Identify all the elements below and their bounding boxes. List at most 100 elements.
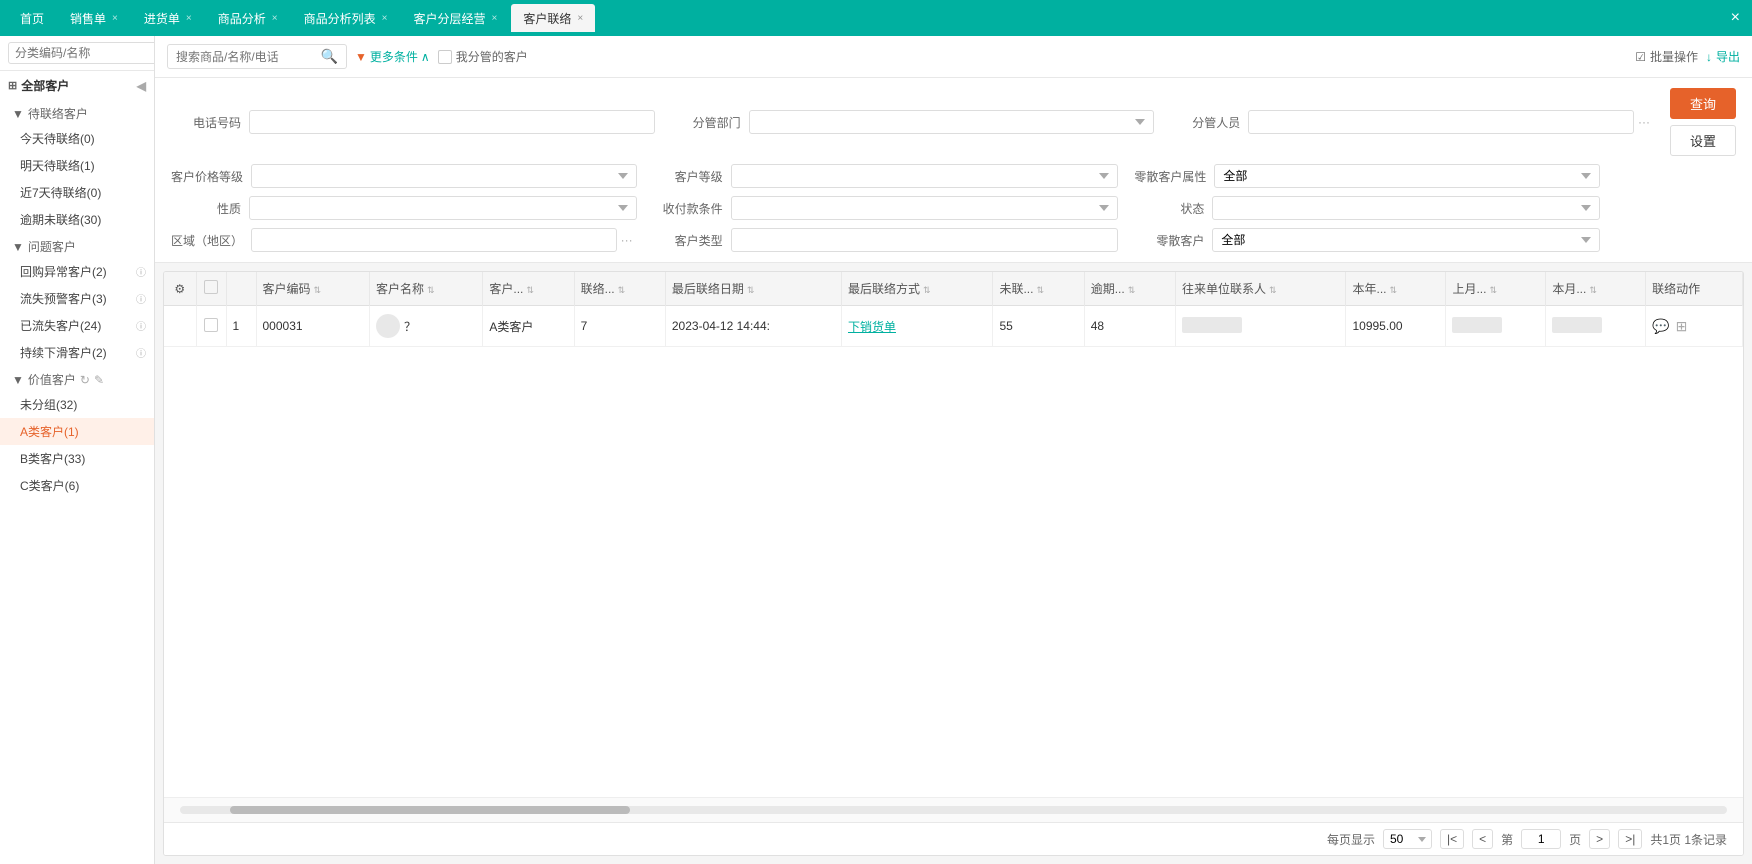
col-this-year[interactable]: 本年...⇅ <box>1346 272 1446 306</box>
col-contact-count[interactable]: 联络...⇅ <box>574 272 665 306</box>
nav-tab-customer-contact-close[interactable]: × <box>577 13 583 24</box>
sidebar-item-churned[interactable]: 已流失客户(24) ⓘ <box>0 312 154 339</box>
nav-tab-purchase-close[interactable]: × <box>186 13 192 24</box>
col-last-contact-date[interactable]: 最后联络日期⇅ <box>665 272 841 306</box>
nav-tab-goods-analysis-close[interactable]: × <box>272 13 278 24</box>
export-btn[interactable]: ↓ 导出 <box>1706 48 1740 65</box>
filter-select-sparse-attr[interactable]: 全部 <box>1214 164 1600 188</box>
filter-search-input[interactable] <box>176 50 317 64</box>
nav-tab-sales-close[interactable]: × <box>112 13 118 24</box>
info-icon-churn-warning: ⓘ <box>136 291 146 306</box>
nav-tab-goods-analysis[interactable]: 商品分析 × <box>206 4 290 32</box>
sidebar-section-pending[interactable]: ▼ 待联络客户 <box>0 100 154 125</box>
filter-select-customer-level[interactable] <box>731 164 1119 188</box>
first-page-btn[interactable]: |< <box>1440 829 1464 849</box>
filter-select-sparse[interactable]: 全部 <box>1212 228 1600 252</box>
filter-input-person[interactable] <box>1248 110 1634 134</box>
sidebar-item-class-b-label: B类客户(33) <box>20 450 85 467</box>
chat-icon[interactable]: 💬 <box>1652 318 1669 335</box>
sort-icon-overdue: ⇅ <box>1128 285 1136 295</box>
sidebar-item-class-c[interactable]: C类客户(6) <box>0 472 154 499</box>
filter-input-region[interactable] <box>251 228 617 252</box>
sidebar-item-today-pending[interactable]: 今天待联络(0) <box>0 125 154 152</box>
query-btn[interactable]: 查询 <box>1670 88 1736 119</box>
filter-search-icon[interactable]: 🔍 <box>321 48 338 65</box>
sidebar-item-class-a[interactable]: A类客户(1) <box>0 418 154 445</box>
col-name[interactable]: 客户名称⇅ <box>369 272 482 306</box>
col-check[interactable] <box>196 272 226 306</box>
row-name[interactable]: ？ <box>369 306 482 347</box>
nav-tab-customer-contact[interactable]: 客户联络 × <box>511 4 595 32</box>
filter-input-customer-type[interactable] <box>731 228 1119 252</box>
col-last-month[interactable]: 上月...⇅ <box>1446 272 1546 306</box>
region-dots-btn[interactable]: ··· <box>617 233 637 247</box>
value-refresh-icon[interactable]: ↻ <box>80 373 90 387</box>
row-check[interactable] <box>196 306 226 347</box>
sidebar-item-tomorrow-pending[interactable]: 明天待联络(1) <box>0 152 154 179</box>
nav-tab-home-label: 首页 <box>20 10 44 27</box>
my-customers-checkbox-area[interactable]: 我分管的客户 <box>438 48 528 65</box>
per-page-select[interactable]: 50 10 20 100 <box>1383 829 1432 849</box>
prev-page-btn[interactable]: < <box>1472 829 1493 849</box>
sidebar-content: ⊞ 全部客户 ◀ ▼ 待联络客户 今天待联络(0) 明天待联络(1) 近7天待联… <box>0 71 154 864</box>
info-icon-repurchase: ⓘ <box>136 264 146 279</box>
value-edit-icon[interactable]: ✎ <box>94 373 104 387</box>
col-company-contacts[interactable]: 往来单位联系人⇅ <box>1175 272 1346 306</box>
my-customers-checkbox[interactable] <box>438 50 452 64</box>
row-gear <box>164 306 196 347</box>
sidebar-item-repurchase-anomaly[interactable]: 回购异常客户(2) ⓘ <box>0 258 154 285</box>
sidebar-search-input[interactable] <box>8 42 155 64</box>
filter-label-nature: 性质 <box>171 200 241 217</box>
sidebar-item-class-b[interactable]: B类客户(33) <box>0 445 154 472</box>
filter-row-2: 客户价格等级 客户等级 零散客户属性 全部 <box>171 164 1736 188</box>
filter-select-dept[interactable] <box>749 110 1155 134</box>
col-overdue[interactable]: 逾期...⇅ <box>1084 272 1175 306</box>
filter-row-1: 电话号码 分管部门 分管人员 ··· 查询 设置 <box>171 88 1736 156</box>
last-contact-method-link[interactable]: 下销货单 <box>848 320 896 334</box>
sidebar-item-declining[interactable]: 持续下滑客户(2) ⓘ <box>0 339 154 366</box>
filter-select-nature[interactable] <box>249 196 637 220</box>
sidebar-item-overdue-contact[interactable]: 逾期未联络(30) <box>0 206 154 233</box>
col-customer-type[interactable]: 客户...⇅ <box>483 272 574 306</box>
filter-select-status[interactable] <box>1212 196 1600 220</box>
filter-select-payment[interactable] <box>731 196 1119 220</box>
col-gear[interactable]: ⚙ <box>164 272 196 306</box>
row-last-contact-method[interactable]: 下销货单 <box>841 306 992 347</box>
sidebar-section-problem[interactable]: ▼ 问题客户 <box>0 233 154 258</box>
qr-icon[interactable]: ⊞ <box>1676 318 1688 335</box>
sidebar-collapse-icon[interactable]: ◀ <box>137 79 146 93</box>
sidebar-all-customers[interactable]: ⊞ 全部客户 ◀ <box>0 71 154 100</box>
col-code[interactable]: 客户编码⇅ <box>256 272 369 306</box>
settings-btn[interactable]: 设置 <box>1670 125 1736 156</box>
nav-tab-purchase[interactable]: 进货单 × <box>132 4 204 32</box>
nav-tab-goods-analysis-list-close[interactable]: × <box>382 13 388 24</box>
nav-tab-customer-segment[interactable]: 客户分层经营 × <box>401 4 509 32</box>
more-conditions-btn[interactable]: ▼ 更多条件 ∧ <box>355 48 430 65</box>
col-this-month[interactable]: 本月...⇅ <box>1546 272 1646 306</box>
sidebar-item-churn-warning[interactable]: 流失预警客户(3) ⓘ <box>0 285 154 312</box>
row-checkbox[interactable] <box>204 318 218 332</box>
col-last-contact-method[interactable]: 最后联络方式⇅ <box>841 272 992 306</box>
window-close-icon[interactable]: × <box>1727 5 1744 31</box>
total-info: 共1页 1条记录 <box>1650 831 1727 848</box>
last-page-btn[interactable]: >| <box>1618 829 1642 849</box>
batch-ops-btn[interactable]: ☑ 批量操作 <box>1635 48 1698 65</box>
filter-input-phone[interactable] <box>249 110 655 134</box>
filter-bar: 🔍 ▼ 更多条件 ∧ 我分管的客户 ☑ 批量操作 ↓ 导出 <box>155 36 1752 78</box>
page-input[interactable] <box>1521 829 1561 849</box>
filter-select-price-level[interactable] <box>251 164 637 188</box>
person-dots-btn[interactable]: ··· <box>1634 115 1654 129</box>
next-page-btn[interactable]: > <box>1589 829 1610 849</box>
col-no-contact[interactable]: 未联...⇅ <box>993 272 1084 306</box>
nav-tab-home[interactable]: 首页 <box>8 4 56 32</box>
nav-tab-customer-segment-close[interactable]: × <box>491 13 497 24</box>
sidebar-item-week-pending[interactable]: 近7天待联络(0) <box>0 179 154 206</box>
header-checkbox[interactable] <box>204 280 218 294</box>
sidebar-item-overdue-contact-label: 逾期未联络(30) <box>20 211 101 228</box>
nav-tab-goods-analysis-list[interactable]: 商品分析列表 × <box>292 4 400 32</box>
sidebar-item-ungraded[interactable]: 未分组(32) <box>0 391 154 418</box>
nav-tab-sales[interactable]: 销售单 × <box>58 4 130 32</box>
sort-icon-this-year: ⇅ <box>1390 285 1398 295</box>
sidebar-section-value[interactable]: ▼ 价值客户 ↻ ✎ <box>0 366 154 391</box>
table-scroll-wrapper[interactable]: ⚙ 客户编码⇅ 客户名称⇅ 客 <box>164 272 1743 797</box>
